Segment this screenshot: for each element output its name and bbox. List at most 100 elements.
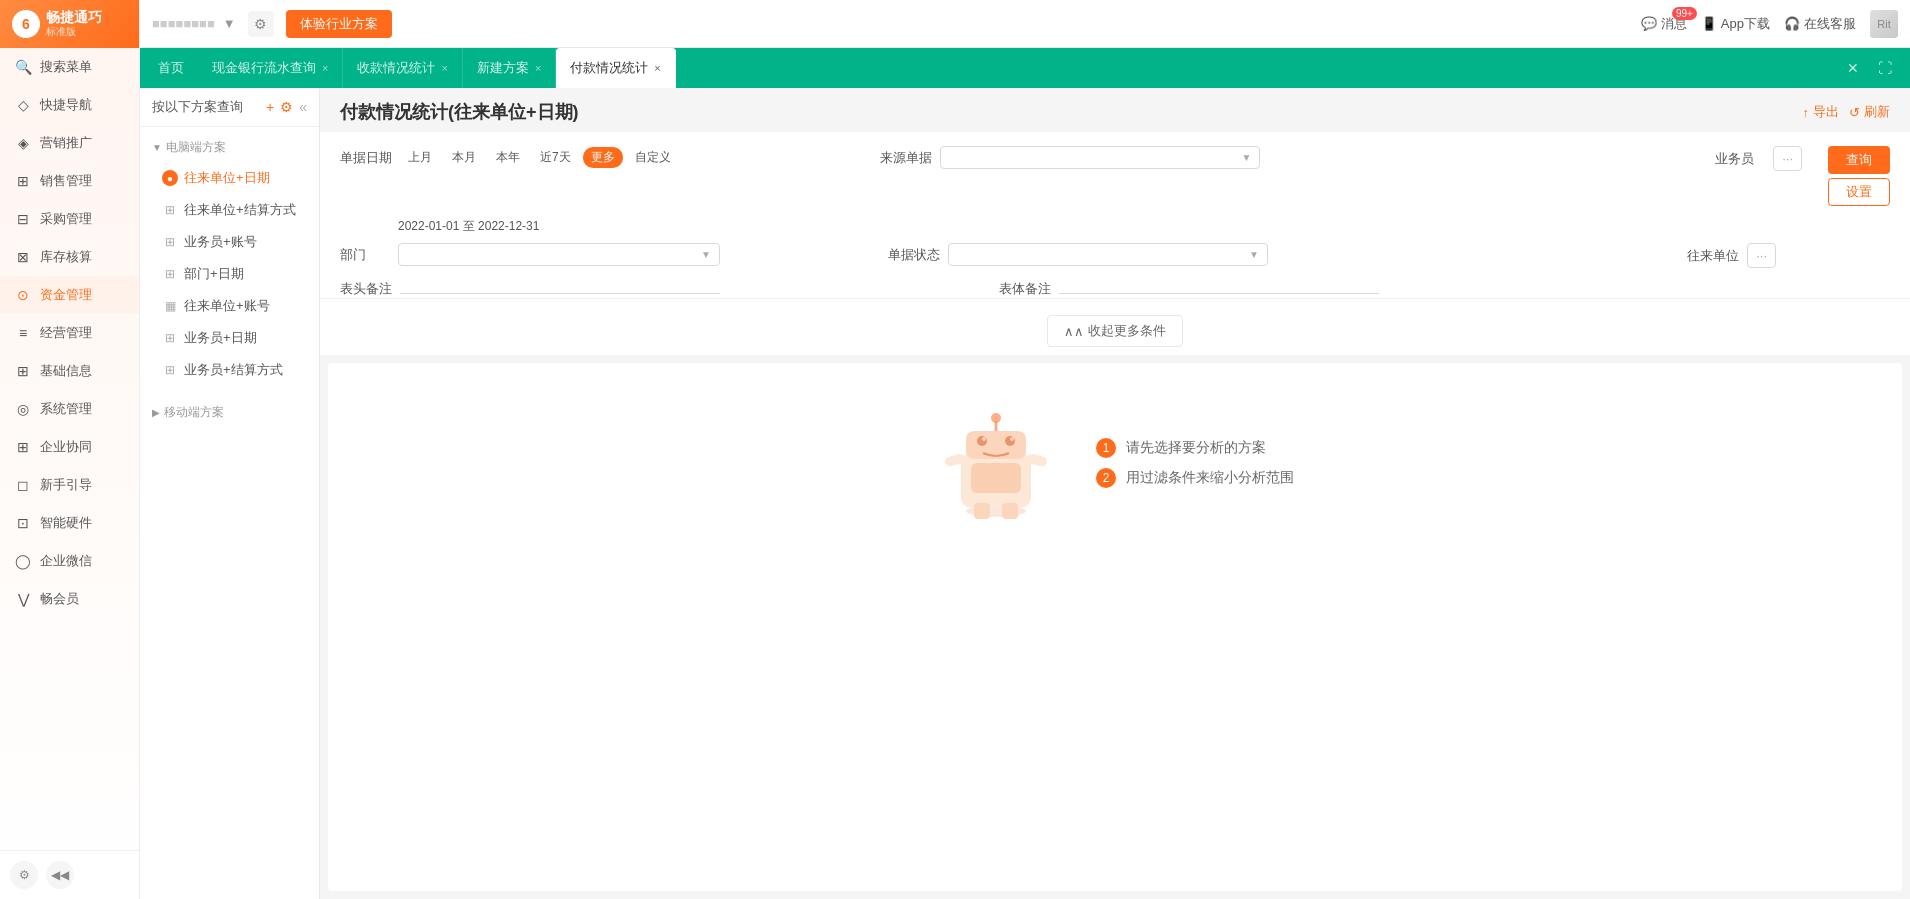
salesman-label: 业务员 xyxy=(1715,150,1765,168)
sidebar-item-operations[interactable]: ≡ 经营管理 xyxy=(0,314,139,352)
scheme-header: 按以下方案查询 + ⚙ « xyxy=(140,88,319,127)
close-all-tabs-button[interactable]: ✕ xyxy=(1840,55,1866,81)
member-icon: ⋁ xyxy=(14,590,32,608)
guide-icon: ◻ xyxy=(14,476,32,494)
date-control: 上月 本月 本年 近7天 更多 自定义 xyxy=(400,146,679,169)
sidebar-item-hardware[interactable]: ⊡ 智能硬件 xyxy=(0,504,139,542)
tab-new-scheme[interactable]: 新建方案 × xyxy=(463,48,556,88)
sidebar-item-marketing[interactable]: ◈ 营销推广 xyxy=(0,124,139,162)
dept-select[interactable]: ▼ xyxy=(398,243,720,266)
hint-text-1: 请先选择要分析的方案 xyxy=(1126,439,1266,457)
note-header-input[interactable] xyxy=(400,285,720,294)
sidebar-footer: ⚙ ◀◀ xyxy=(0,850,139,899)
message-button[interactable]: 💬 消息 99+ xyxy=(1641,15,1687,33)
status-select-arrow: ▼ xyxy=(1249,249,1259,260)
svg-rect-12 xyxy=(974,503,990,519)
scheme-item-dept-date[interactable]: ⊞ 部门+日期 xyxy=(140,258,319,290)
sidebar-item-quick-nav[interactable]: ◇ 快捷导航 xyxy=(0,86,139,124)
tab-payment-stats-close[interactable]: × xyxy=(441,62,447,74)
settings-button[interactable]: ⚙ xyxy=(10,861,38,889)
sidebar-item-purchase[interactable]: ⊟ 采购管理 xyxy=(0,200,139,238)
gear-button[interactable]: ⚙ xyxy=(248,11,274,37)
tab-payment-analysis[interactable]: 付款情况统计 × xyxy=(556,48,675,88)
source-select[interactable]: ▼ xyxy=(940,146,1260,169)
salesman-ellipsis-btn[interactable]: ··· xyxy=(1773,146,1802,171)
tab-bank-flow[interactable]: 现金银行流水查询 × xyxy=(198,48,343,88)
scheme-item-partner-date[interactable]: ● 往来单位+日期 xyxy=(140,162,319,194)
add-scheme-button[interactable]: + xyxy=(266,99,274,115)
svg-point-5 xyxy=(1005,436,1015,446)
sidebar-item-enterprise[interactable]: ⊞ 企业协同 xyxy=(0,428,139,466)
scheme-item-salesman-date[interactable]: ⊞ 业务员+日期 xyxy=(140,322,319,354)
note-header-label: 表头备注 xyxy=(340,280,392,298)
pc-group-arrow: ▼ xyxy=(152,142,162,153)
mobile-group-name: 移动端方案 xyxy=(164,404,224,421)
tab-new-scheme-close[interactable]: × xyxy=(535,62,541,74)
expand-button[interactable]: ⛶ xyxy=(1872,55,1898,81)
scheme-item-icon: ⊞ xyxy=(162,330,178,346)
sidebar-item-fund[interactable]: ⊙ 资金管理 xyxy=(0,276,139,314)
scheme-header-actions: + ⚙ « xyxy=(266,99,307,115)
sidebar-item-search[interactable]: 🔍 搜索菜单 xyxy=(0,48,139,86)
collapse-conditions-button[interactable]: ∧∧ 收起更多条件 xyxy=(1047,315,1183,347)
tab-new-scheme-label: 新建方案 xyxy=(477,59,529,77)
svg-point-4 xyxy=(977,436,987,446)
sidebar-item-system[interactable]: ◎ 系统管理 xyxy=(0,390,139,428)
refresh-button[interactable]: ↺ 刷新 xyxy=(1849,103,1890,121)
collapse-sidebar-button[interactable]: ◀◀ xyxy=(46,861,74,889)
filter-settings-button[interactable]: 设置 xyxy=(1828,178,1890,206)
sidebar-item-sales[interactable]: ⊞ 销售管理 xyxy=(0,162,139,200)
trial-button[interactable]: 体验行业方案 xyxy=(286,10,392,38)
empty-hint-2: 2 用过滤条件来缩小分析范围 xyxy=(1096,468,1294,488)
sidebar-item-guide[interactable]: ◻ 新手引导 xyxy=(0,466,139,504)
export-button[interactable]: ↑ 导出 xyxy=(1803,103,1840,121)
scheme-item-partner-settle[interactable]: ⊞ 往来单位+结算方式 xyxy=(140,194,319,226)
scheme-item-salesman-settle[interactable]: ⊞ 业务员+结算方式 xyxy=(140,354,319,386)
hardware-icon: ⊡ xyxy=(14,514,32,532)
svg-rect-2 xyxy=(966,431,1026,459)
scheme-item-partner-account[interactable]: ▦ 往来单位+账号 xyxy=(140,290,319,322)
date-tab-custom[interactable]: 自定义 xyxy=(627,146,679,169)
system-icon: ◎ xyxy=(14,400,32,418)
pc-group-name: 电脑端方案 xyxy=(166,139,226,156)
collapse-scheme-button[interactable]: « xyxy=(299,99,307,115)
scheme-item-icon: ⊞ xyxy=(162,234,178,250)
user-avatar[interactable]: Rit xyxy=(1870,10,1898,38)
scheme-item-label: 业务员+结算方式 xyxy=(184,361,283,379)
tab-payment-analysis-close[interactable]: × xyxy=(654,62,660,74)
sidebar-item-member[interactable]: ⋁ 畅会员 xyxy=(0,580,139,618)
query-button[interactable]: 查询 xyxy=(1828,146,1890,174)
pc-group-toggle[interactable]: ▼ 电脑端方案 xyxy=(140,133,319,162)
tab-bank-flow-close[interactable]: × xyxy=(322,62,328,74)
status-select[interactable]: ▼ xyxy=(948,243,1268,266)
refresh-icon: ↺ xyxy=(1849,105,1860,120)
sidebar-item-inventory[interactable]: ⊠ 库存核算 xyxy=(0,238,139,276)
scheme-header-title: 按以下方案查询 xyxy=(152,98,243,116)
scheme-item-label: 往来单位+账号 xyxy=(184,297,270,315)
partner-ellipsis-btn[interactable]: ··· xyxy=(1747,243,1776,268)
main-area: ■■■■■■■■ ▼ ⚙ 体验行业方案 💬 消息 99+ 📱 App下载 🎧 在… xyxy=(140,0,1910,899)
note-body-input[interactable] xyxy=(1059,285,1379,294)
scheme-dropdown-icon[interactable]: ▼ xyxy=(223,16,236,31)
scheme-settings-button[interactable]: ⚙ xyxy=(280,99,293,115)
date-tab-more[interactable]: 更多 xyxy=(583,147,623,168)
service-button[interactable]: 🎧 在线客服 xyxy=(1784,15,1856,33)
tab-home[interactable]: 首页 xyxy=(144,48,198,88)
tab-payment-stats[interactable]: 收款情况统计 × xyxy=(343,48,462,88)
app-download-button[interactable]: 📱 App下载 xyxy=(1701,15,1770,33)
partner-filter: 往来单位 ··· xyxy=(1436,243,1776,268)
date-tab-this-year[interactable]: 本年 xyxy=(488,146,528,169)
date-tab-this-month[interactable]: 本月 xyxy=(444,146,484,169)
scheme-item-salesman-account[interactable]: ⊞ 业务员+账号 xyxy=(140,226,319,258)
mobile-group-toggle[interactable]: ▶ 移动端方案 xyxy=(140,398,319,427)
date-tab-7days[interactable]: 近7天 xyxy=(532,146,579,169)
export-icon: ↑ xyxy=(1803,105,1810,120)
sidebar-item-basic-info[interactable]: ⊞ 基础信息 xyxy=(0,352,139,390)
date-label: 单据日期 xyxy=(340,149,392,167)
sidebar-item-label: 企业微信 xyxy=(40,552,92,570)
status-label: 单据状态 xyxy=(888,246,940,264)
sidebar-item-wechat[interactable]: ◯ 企业微信 xyxy=(0,542,139,580)
date-filter: 单据日期 上月 本月 本年 近7天 更多 自定义 xyxy=(340,146,679,169)
date-tab-last-month[interactable]: 上月 xyxy=(400,146,440,169)
sidebar-item-label: 企业协同 xyxy=(40,438,92,456)
